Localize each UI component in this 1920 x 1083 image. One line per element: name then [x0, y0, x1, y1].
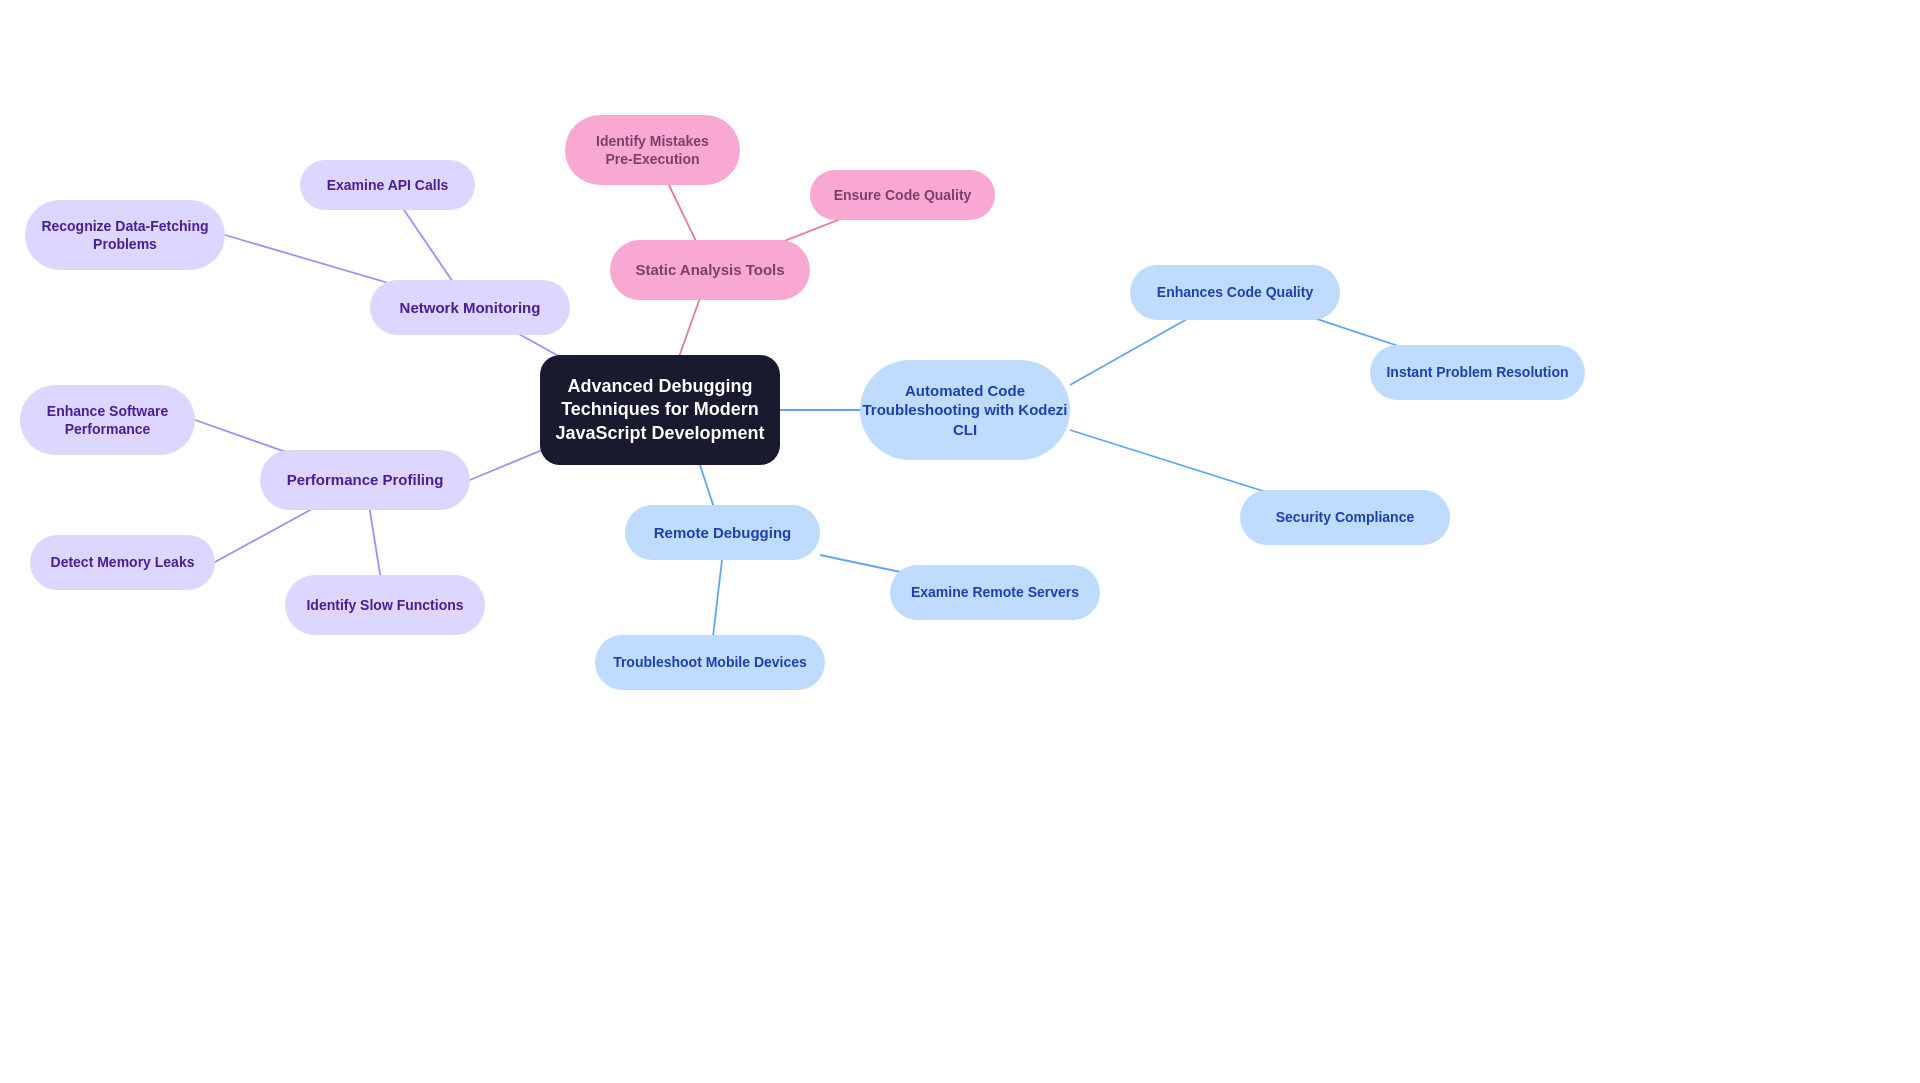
remote-debugging-node: Remote Debugging	[625, 505, 820, 560]
identify-mistakes-node: Identify Mistakes Pre-Execution	[565, 115, 740, 185]
static-analysis-tools-node: Static Analysis Tools	[610, 240, 810, 300]
enhances-code-quality-node: Enhances Code Quality	[1130, 265, 1340, 320]
automated-code-troubleshooting-node: Automated Code Troubleshooting with Kode…	[860, 360, 1070, 460]
troubleshoot-mobile-devices-node: Troubleshoot Mobile Devices	[595, 635, 825, 690]
center-node: Advanced Debugging Techniques for Modern…	[540, 355, 780, 465]
performance-profiling-node: Performance Profiling	[260, 450, 470, 510]
recognize-data-fetching-node: Recognize Data-Fetching Problems	[25, 200, 225, 270]
instant-problem-resolution-node: Instant Problem Resolution	[1370, 345, 1585, 400]
identify-slow-functions-node: Identify Slow Functions	[285, 575, 485, 635]
examine-api-calls-node: Examine API Calls	[300, 160, 475, 210]
ensure-code-quality-node: Ensure Code Quality	[810, 170, 995, 220]
examine-remote-servers-node: Examine Remote Servers	[890, 565, 1100, 620]
network-monitoring-node: Network Monitoring	[370, 280, 570, 335]
enhance-software-performance-node: Enhance Software Performance	[20, 385, 195, 455]
detect-memory-leaks-node: Detect Memory Leaks	[30, 535, 215, 590]
security-compliance-node: Security Compliance	[1240, 490, 1450, 545]
